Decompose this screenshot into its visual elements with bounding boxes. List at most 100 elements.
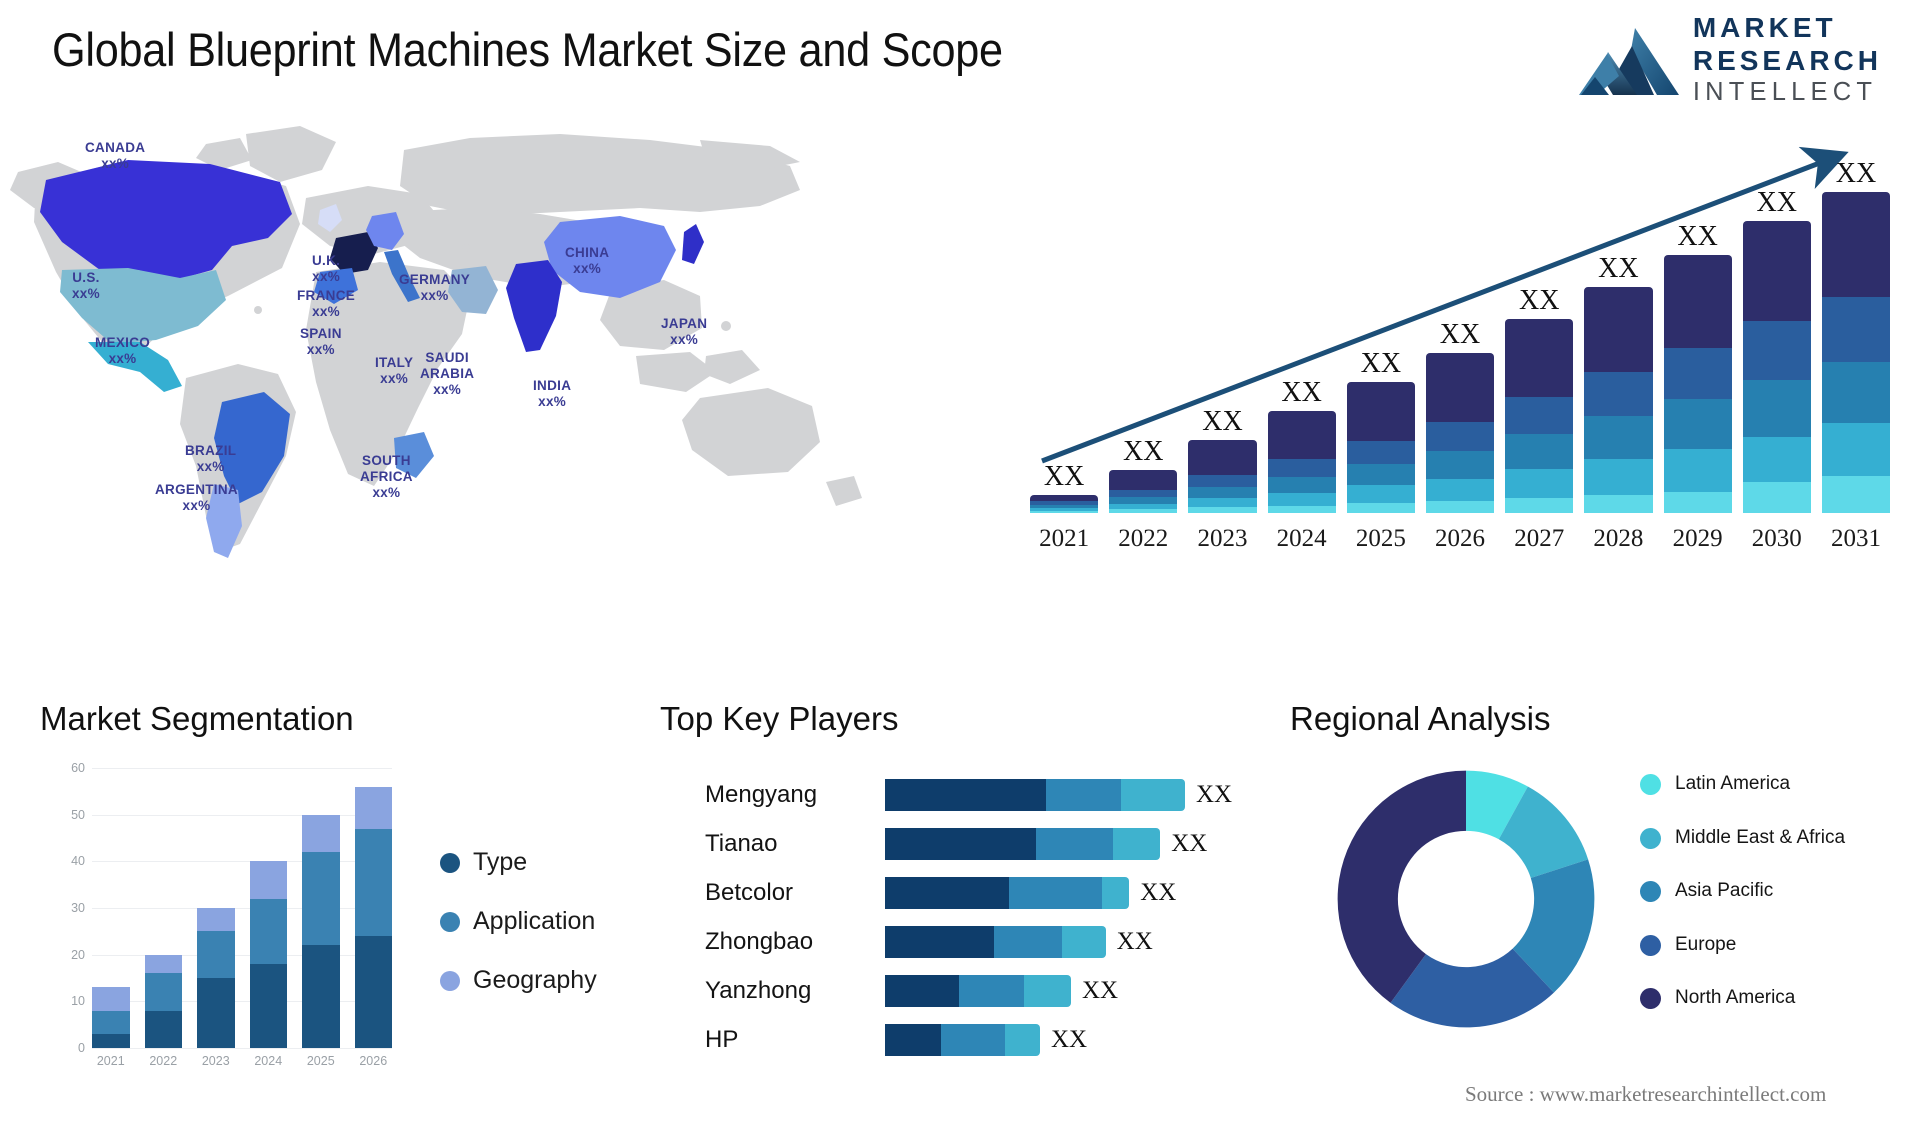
forecast-value-label: XX [1439, 319, 1481, 351]
forecast-bar-segment [1109, 489, 1178, 498]
player-name-label: Mengyang [705, 780, 818, 808]
forecast-stacked-bar [1267, 411, 1336, 513]
regional-legend-label: Latin America [1675, 773, 1791, 794]
segmentation-x-axis: 2021 2022 2023 2024 2025 2026 [92, 1054, 392, 1068]
legend-dot-icon [1640, 934, 1661, 956]
player-bar-segment [994, 925, 1063, 958]
forecast-stacked-bar [1821, 191, 1891, 513]
player-bar-track: XX [885, 778, 1290, 811]
segmentation-bar-segment [197, 908, 235, 932]
forecast-bar-column: XX [1821, 153, 1891, 513]
segmentation-stacked-bar [144, 954, 182, 1048]
segmentation-y-tick: 10 [71, 994, 85, 1009]
country-japan [682, 224, 704, 264]
segmentation-stacked-bar [354, 786, 392, 1048]
player-value-label: XX [1081, 976, 1119, 1004]
forecast-bar-column: XX [1109, 153, 1178, 513]
forecast-bar-segment [1346, 485, 1415, 503]
player-bar-segment [1113, 827, 1161, 860]
forecast-bar-segment [1821, 297, 1891, 362]
forecast-year-label: 2030 [1751, 525, 1802, 552]
forecast-bar-column: XX [1425, 153, 1495, 513]
player-bar-segment [1046, 778, 1121, 811]
forecast-bar-segment [1505, 319, 1574, 397]
forecast-year-label: 2028 [1593, 525, 1644, 552]
segmentation-x-tick: 2023 [201, 1054, 230, 1068]
map-label-spain: SPAIN xx% [300, 326, 342, 357]
map-label-india: INDIA xx% [533, 378, 572, 409]
forecast-bar-segment [1425, 421, 1495, 452]
segmentation-stacked-bar [197, 908, 235, 1048]
player-name-label: Betcolor [705, 878, 794, 906]
segmentation-stacked-bar [249, 861, 287, 1048]
forecast-value-label: XX [1835, 157, 1877, 189]
player-stacked-bar [885, 827, 1161, 860]
forecast-value-label: XX [1281, 377, 1322, 409]
player-bar-segment [1120, 778, 1185, 811]
player-stacked-bar [885, 974, 1071, 1007]
segmentation-bar-segment [249, 861, 287, 899]
segmentation-bar-column [92, 768, 130, 1048]
segmentation-bar-segment [197, 978, 235, 1048]
forecast-bar-segment [1584, 286, 1653, 372]
segmentation-legend-label: Geography [473, 966, 597, 994]
forecast-bar-segment [1267, 411, 1336, 460]
player-row: Mengyang XX [660, 770, 1290, 819]
forecast-stacked-bar [1425, 353, 1495, 513]
forecast-bar-segment [1821, 476, 1891, 513]
forecast-bar-segment [1742, 380, 1811, 438]
forecast-bar-segment [1505, 396, 1574, 434]
forecast-bar-column: XX [1346, 153, 1415, 513]
segmentation-legend-label: Application [473, 907, 596, 935]
market-segmentation-title: Market Segmentation [40, 700, 354, 737]
player-bar-segment [940, 1023, 1006, 1056]
player-bar-segment [1005, 1023, 1040, 1056]
regional-legend: Latin America Middle East & Africa Asia Pa… [1640, 772, 1845, 1040]
forecast-value-label: XX [1598, 252, 1639, 284]
regional-legend-item: Latin America [1640, 772, 1845, 796]
player-bar-segment [885, 876, 1009, 909]
forecast-value-label: XX [1202, 406, 1243, 438]
segmentation-bar-column [144, 768, 182, 1048]
forecast-bar-segment [1425, 501, 1495, 513]
segmentation-bar-column [302, 768, 340, 1048]
segmentation-bar-segment [249, 898, 287, 964]
forecast-year-label: 2031 [1830, 525, 1881, 552]
forecast-bar-column: XX [1742, 153, 1811, 513]
segmentation-bar-segment [249, 964, 287, 1048]
forecast-bar-segment [1742, 221, 1811, 321]
forecast-bar-segment [1425, 478, 1495, 501]
segmentation-legend-item: Geography [440, 966, 597, 995]
segmentation-y-tick: 20 [71, 947, 85, 962]
segmentation-legend-item: Type [440, 848, 597, 877]
forecast-bar-segment [1505, 468, 1574, 499]
forecast-year-label: 2021 [1039, 525, 1090, 552]
forecast-bar-segment [1109, 509, 1178, 513]
forecast-stacked-bar [1505, 319, 1574, 513]
map-label-argentina: ARGENTINA xx% [155, 482, 238, 513]
regional-legend-label: Asia Pacific [1675, 880, 1774, 902]
forecast-bar-segment [1663, 399, 1732, 450]
segmentation-x-tick: 2024 [254, 1054, 283, 1068]
player-row: Yanzhong XX [660, 966, 1290, 1015]
forecast-bar-segment [1267, 459, 1336, 477]
map-label-germany: GERMANY xx% [399, 272, 471, 303]
forecast-bar-segment [1663, 449, 1732, 492]
forecast-year-label: 2022 [1118, 525, 1169, 552]
segmentation-x-tick: 2025 [306, 1054, 335, 1068]
regional-analysis-title: Regional Analysis [1290, 700, 1551, 737]
segmentation-x-tick: 2021 [96, 1054, 125, 1068]
segmentation-stacked-bar [92, 987, 130, 1048]
player-bar-segment [1023, 974, 1071, 1007]
forecast-bar-segment [1346, 441, 1415, 465]
market-segmentation-section: Market Segmentation 0 10 20 30 40 50 60 2021 20… [40, 700, 640, 1130]
player-value-label: XX [1196, 780, 1233, 808]
regional-legend-label: Europe [1675, 933, 1737, 955]
player-bar-segment [885, 925, 995, 958]
forecast-bar-segment [1346, 464, 1415, 486]
segmentation-x-tick: 2022 [149, 1054, 178, 1068]
forecast-year-label: 2025 [1355, 525, 1406, 552]
forecast-stacked-bar [1109, 469, 1178, 513]
forecast-bar-segment [1584, 416, 1653, 459]
player-rows: Mengyang XX Tianao XX Betcolor XX Zhongbao XX Ya… [660, 770, 1290, 1064]
